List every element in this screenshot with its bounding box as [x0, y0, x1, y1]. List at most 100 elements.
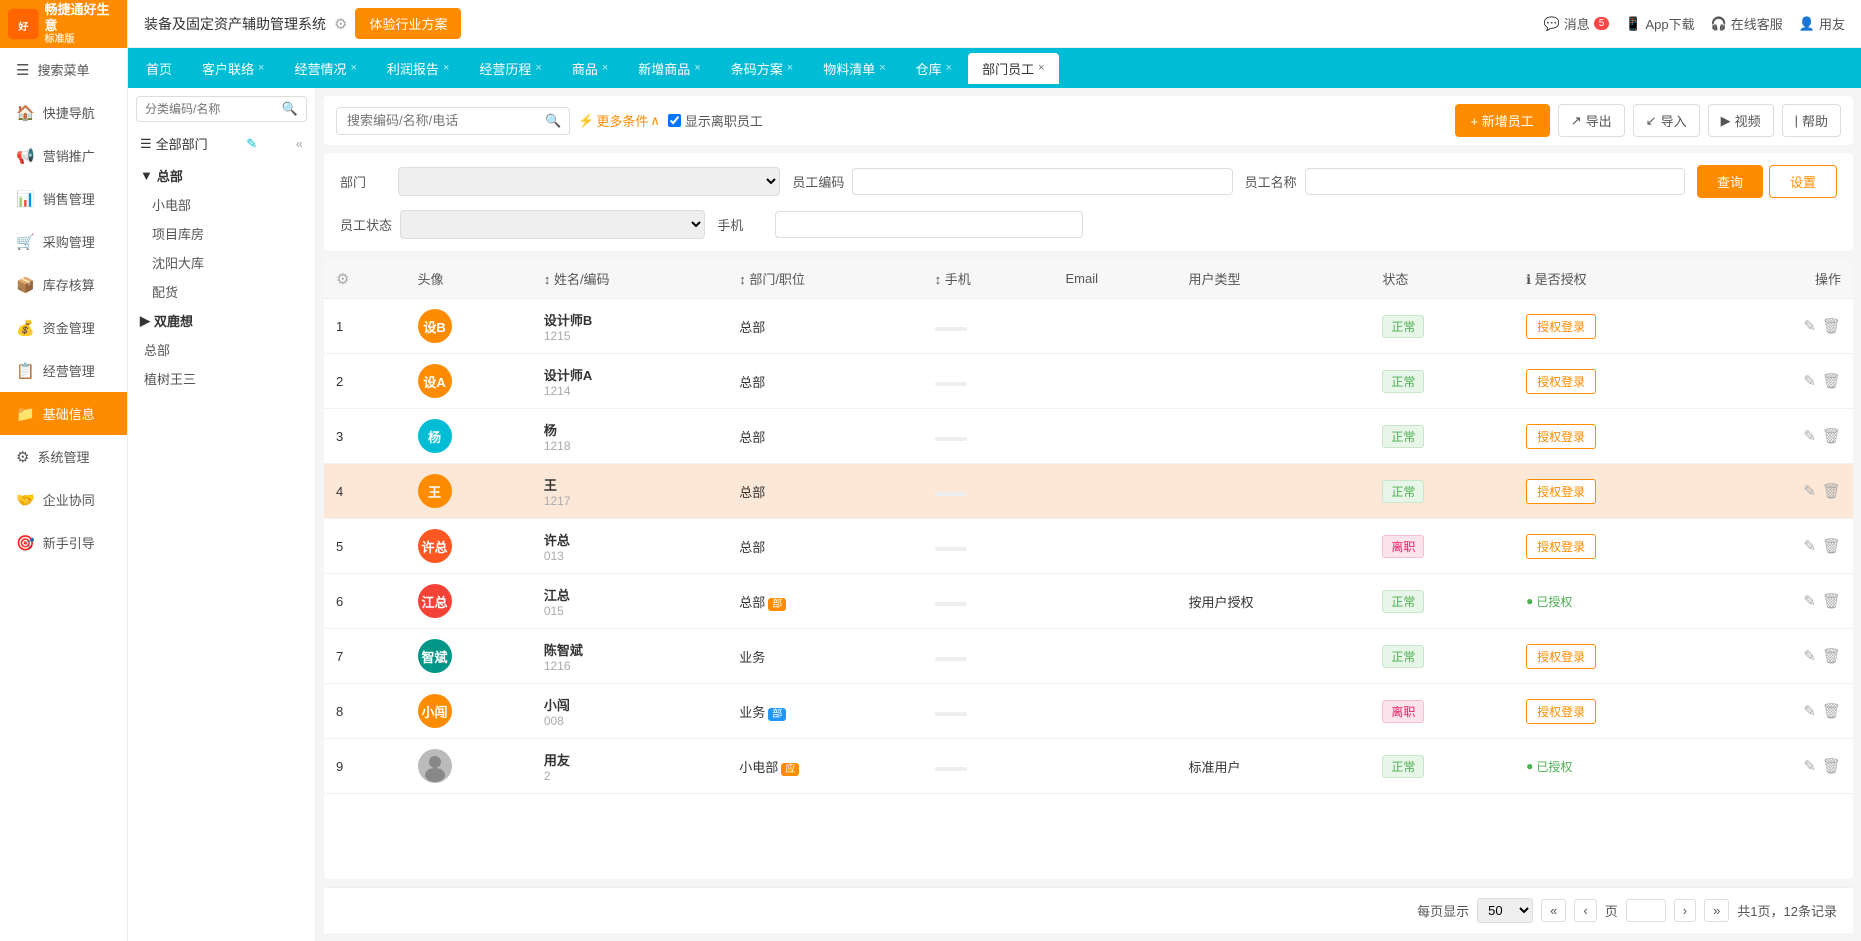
edit-btn[interactable]: ✎ [1803, 592, 1816, 610]
tree-child-shenyang[interactable]: 沈阳大库 [136, 248, 307, 277]
close-icon[interactable]: × [787, 62, 793, 74]
auth-btn[interactable]: 授权登录 [1526, 644, 1596, 669]
set-btn[interactable]: 设置 [1769, 165, 1837, 198]
edit-btn[interactable]: ✎ [1803, 647, 1816, 665]
help-btn[interactable]: | 帮助 [1782, 104, 1841, 137]
sidebar-item-guide[interactable]: 🎯 新手引导 [0, 521, 127, 564]
sidebar-item-marketing[interactable]: 📢 营销推广 [0, 134, 127, 177]
delete-btn[interactable]: 🗑 [1822, 482, 1841, 500]
tree-edit-icon[interactable]: ✎ [246, 136, 257, 152]
prev-page-btn[interactable]: ‹ [1574, 899, 1596, 922]
edit-btn[interactable]: ✎ [1803, 482, 1816, 500]
delete-btn[interactable]: 🗑 [1822, 647, 1841, 665]
page-input[interactable]: 1 [1626, 899, 1666, 922]
sidebar-item-sales[interactable]: 📊 销售管理 [0, 177, 127, 220]
view-btn[interactable]: ▶ 视频 [1708, 104, 1774, 137]
close-icon[interactable]: × [1038, 62, 1044, 74]
tree-leaf-zhishu[interactable]: 植树王三 [136, 364, 307, 393]
tree-child-xiaodianbu[interactable]: 小电部 [136, 190, 307, 219]
tree-parent-shuanglu[interactable]: ▶ 双鹿想 [136, 306, 307, 335]
tab-home[interactable]: 首页 [132, 53, 186, 84]
auth-btn[interactable]: 授权登录 [1526, 314, 1596, 339]
user-btn[interactable]: 👤 用友 [1799, 14, 1845, 33]
auth-btn[interactable]: 授权登录 [1526, 369, 1596, 394]
emp-status-select[interactable] [400, 210, 705, 239]
close-icon[interactable]: × [535, 62, 541, 74]
delete-btn[interactable]: 🗑 [1822, 757, 1841, 775]
tree-parent-zongbu[interactable]: ▼ 总部 [136, 161, 307, 190]
sidebar-item-nav[interactable]: 🏠 快捷导航 [0, 91, 127, 134]
last-page-btn[interactable]: » [1704, 899, 1729, 922]
close-icon[interactable]: × [443, 62, 449, 74]
close-icon[interactable]: × [879, 62, 885, 74]
tab-history[interactable]: 经营历程 × [465, 53, 555, 84]
import-btn[interactable]: ↙ 导入 [1633, 104, 1700, 137]
sidebar-item-stock[interactable]: 📦 库存核算 [0, 263, 127, 306]
close-icon[interactable]: × [946, 62, 952, 74]
edit-btn[interactable]: ✎ [1803, 702, 1816, 720]
resigned-check[interactable] [668, 114, 681, 127]
more-conditions-btn[interactable]: ⚡ 更多条件 ∧ [578, 111, 660, 130]
export-btn[interactable]: ↗ 导出 [1558, 104, 1625, 137]
sidebar-item-finance[interactable]: 💰 资金管理 [0, 306, 127, 349]
tab-barcode[interactable]: 条码方案 × [717, 53, 807, 84]
tree-search-input[interactable] [145, 102, 278, 116]
phone-input[interactable] [775, 211, 1082, 238]
edit-btn[interactable]: ✎ [1803, 427, 1816, 445]
col-name[interactable]: ↕ 姓名/编码 [532, 259, 727, 299]
auth-btn[interactable]: 授权登录 [1526, 699, 1596, 724]
page-size-select[interactable]: 50 100 [1477, 898, 1533, 923]
sidebar-item-purchase[interactable]: 🛒 采购管理 [0, 220, 127, 263]
next-page-btn[interactable]: › [1674, 899, 1696, 922]
tab-bom[interactable]: 物料清单 × [809, 53, 899, 84]
sidebar-item-ops[interactable]: 📋 经营管理 [0, 349, 127, 392]
edit-btn[interactable]: ✎ [1803, 537, 1816, 555]
sidebar-item-search[interactable]: ☰ 搜索菜单 [0, 48, 127, 91]
row-auth[interactable]: 授权登录 [1514, 409, 1719, 464]
tab-customer[interactable]: 客户联络 × [188, 53, 278, 84]
col-settings[interactable]: ⚙ [324, 259, 406, 299]
row-auth[interactable]: 授权登录 [1514, 354, 1719, 409]
tree-search-box[interactable]: 🔍 [136, 96, 307, 122]
tab-warehouse[interactable]: 仓库 × [902, 53, 966, 84]
trial-btn[interactable]: 体验行业方案 [355, 8, 461, 39]
row-auth[interactable]: 授权登录 [1514, 299, 1719, 354]
query-btn[interactable]: 查询 [1697, 165, 1763, 198]
delete-btn[interactable]: 🗑 [1822, 427, 1841, 445]
tab-profit[interactable]: 利润报告 × [373, 53, 463, 84]
auth-btn[interactable]: 授权登录 [1526, 424, 1596, 449]
tree-child-xiangmu[interactable]: 项目库房 [136, 219, 307, 248]
edit-btn[interactable]: ✎ [1803, 757, 1816, 775]
row-auth[interactable]: 授权登录 [1514, 629, 1719, 684]
tree-root-label[interactable]: ☰ 全部部门 [140, 134, 208, 153]
add-employee-btn[interactable]: + 新增员工 [1455, 104, 1550, 137]
search-btn[interactable]: 🔍 [537, 108, 569, 134]
search-input[interactable] [337, 108, 537, 133]
show-resigned-checkbox[interactable]: 显示离职员工 [668, 111, 763, 130]
msg-btn[interactable]: 💬 消息 5 [1544, 14, 1610, 33]
delete-btn[interactable]: 🗑 [1822, 317, 1841, 335]
emp-code-input[interactable] [852, 168, 1232, 195]
auth-btn[interactable]: 授权登录 [1526, 534, 1596, 559]
close-icon[interactable]: × [350, 62, 356, 74]
first-page-btn[interactable]: « [1541, 899, 1566, 922]
tree-collapse-icon[interactable]: « [296, 136, 303, 151]
tab-new-goods[interactable]: 新增商品 × [624, 53, 714, 84]
dept-select[interactable] [398, 167, 780, 196]
row-auth[interactable]: 授权登录 [1514, 684, 1719, 739]
search-box[interactable]: 🔍 [336, 107, 570, 135]
tab-employee[interactable]: 部门员工 × [968, 53, 1058, 84]
row-auth[interactable]: 授权登录 [1514, 519, 1719, 574]
close-icon[interactable]: × [602, 62, 608, 74]
delete-btn[interactable]: 🗑 [1822, 702, 1841, 720]
delete-btn[interactable]: 🗑 [1822, 592, 1841, 610]
tree-leaf-zongbu[interactable]: 总部 [136, 335, 307, 364]
delete-btn[interactable]: 🗑 [1822, 372, 1841, 390]
sidebar-item-basic[interactable]: 📁 基础信息 [0, 392, 127, 435]
edit-btn[interactable]: ✎ [1803, 317, 1816, 335]
emp-name-input[interactable] [1305, 168, 1685, 195]
service-btn[interactable]: 🎧 在线客服 [1711, 14, 1783, 33]
topbar-settings-icon[interactable]: ⚙ [334, 15, 347, 33]
auth-btn[interactable]: 授权登录 [1526, 479, 1596, 504]
sidebar-item-system[interactable]: ⚙ 系统管理 [0, 435, 127, 478]
